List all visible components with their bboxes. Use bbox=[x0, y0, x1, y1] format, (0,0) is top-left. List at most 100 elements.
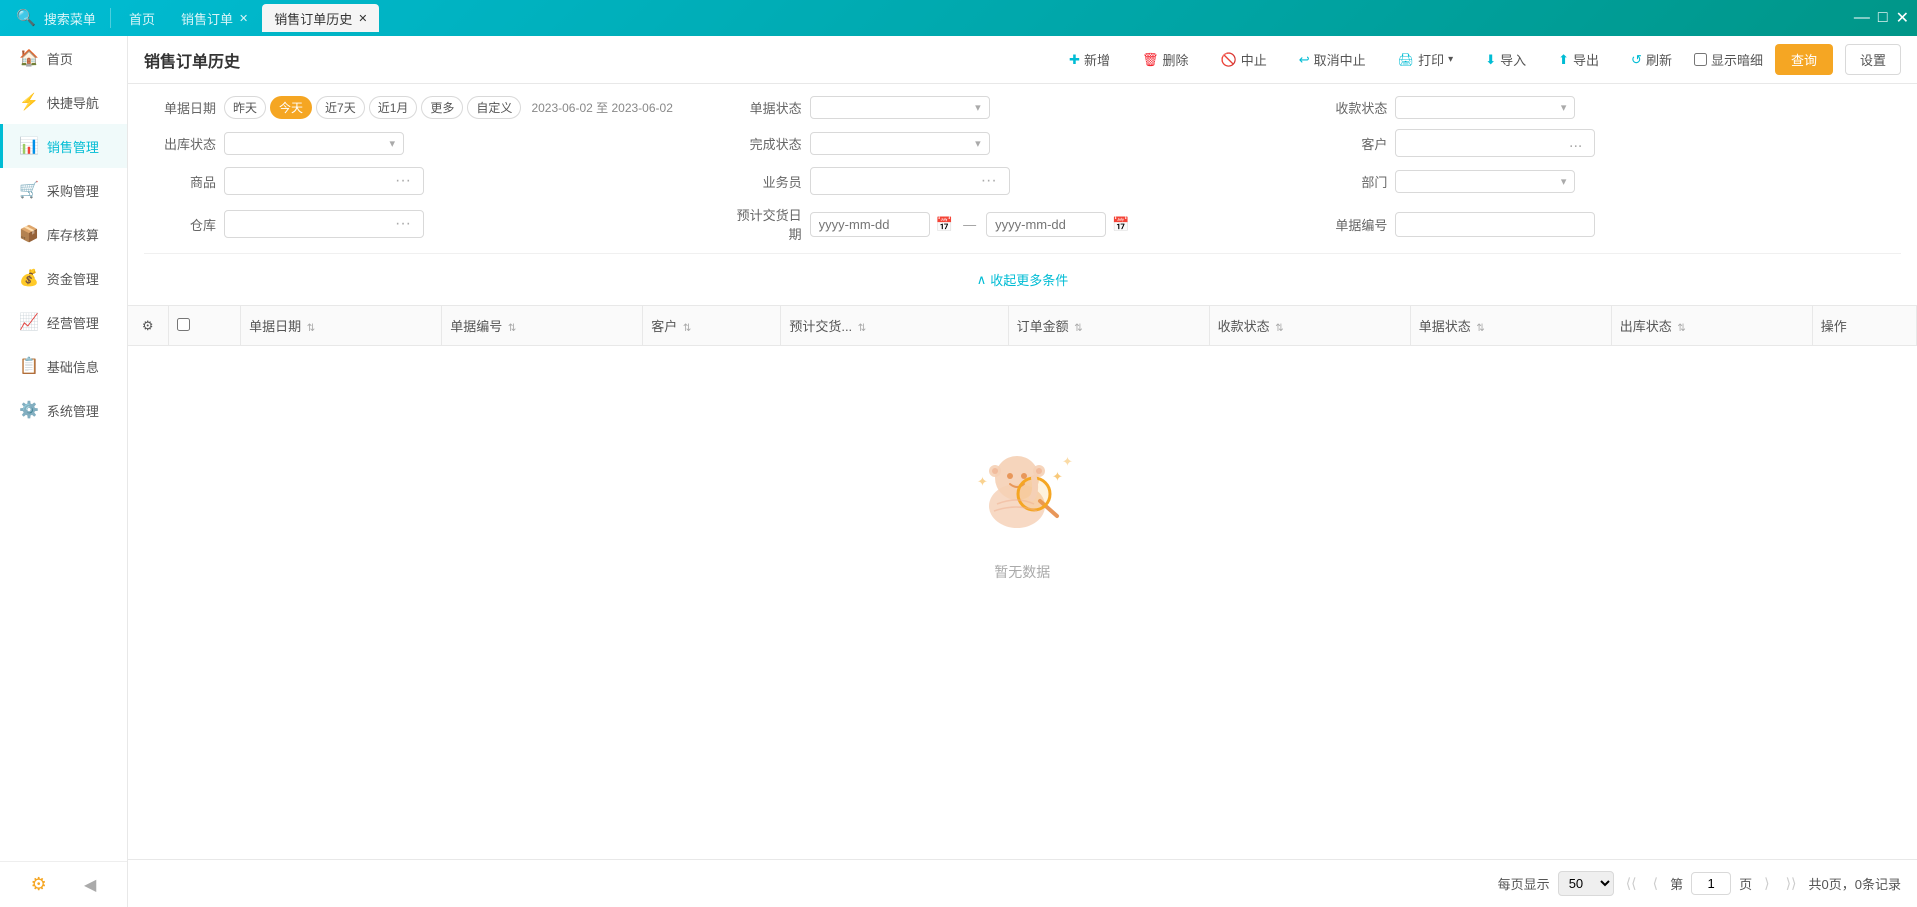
goods-ellipsis[interactable]: ··· bbox=[391, 172, 415, 190]
query-button[interactable]: 查询 bbox=[1775, 44, 1833, 75]
sidebar-collapse-icon[interactable]: ◀ bbox=[84, 875, 96, 895]
tab-sales-order[interactable]: 销售订单 ✕ bbox=[169, 4, 260, 32]
pagination-bar: 每页显示 10 20 50 100 ⟨⟨ ⟨ 第 页 ⟩ ⟩⟩ 共0页，0条记录 bbox=[128, 859, 1917, 907]
expected-date-end[interactable] bbox=[986, 212, 1106, 237]
sidebar-item-quick-nav[interactable]: ⚡ 快捷导航 bbox=[0, 80, 127, 124]
sidebar-settings-icon[interactable]: ⚙ bbox=[31, 874, 47, 895]
refresh-icon: ↺ bbox=[1631, 52, 1642, 68]
search-area: 🔍 搜索菜单 bbox=[8, 8, 104, 28]
th-order-amount[interactable]: 订单金额 ⇅ bbox=[1008, 306, 1209, 346]
date-btn-1month[interactable]: 近1月 bbox=[369, 96, 418, 119]
bill-no-label: 单据编号 bbox=[1315, 215, 1395, 234]
customer-ellipsis[interactable]: ... bbox=[1565, 134, 1586, 152]
sidebar-item-operation[interactable]: 📈 经营管理 bbox=[0, 300, 127, 344]
th-out-status[interactable]: 出库状态 ⇅ bbox=[1611, 306, 1812, 346]
import-icon: ⬇ bbox=[1485, 52, 1496, 68]
current-page-input[interactable] bbox=[1691, 872, 1731, 895]
tab-home[interactable]: 首页 bbox=[117, 4, 167, 32]
refresh-button[interactable]: ↺ 刷新 bbox=[1621, 46, 1682, 73]
calendar-end-icon[interactable]: 📅 bbox=[1112, 216, 1129, 233]
th-receipt-status[interactable]: 收款状态 ⇅ bbox=[1209, 306, 1410, 346]
warehouse-ellipsis[interactable]: ··· bbox=[391, 215, 415, 233]
tab-sales-order-history[interactable]: 销售订单历史 ✕ bbox=[262, 4, 379, 32]
empty-state-row: ✦ ✦ ✦ 暂无数据 bbox=[128, 346, 1917, 663]
cancel-stop-button[interactable]: ↩ 取消中止 bbox=[1289, 46, 1376, 73]
tab-sales-order-close[interactable]: ✕ bbox=[239, 12, 248, 25]
bill-no-input[interactable] bbox=[1395, 212, 1595, 237]
import-button[interactable]: ⬇ 导入 bbox=[1475, 46, 1536, 73]
receipt-status-control: ▾ bbox=[1395, 96, 1901, 119]
minimize-icon[interactable]: — bbox=[1854, 9, 1870, 27]
tab-sales-order-label: 销售订单 bbox=[181, 9, 233, 28]
sidebar-item-sales[interactable]: 📊 销售管理 bbox=[0, 124, 127, 168]
sidebar-item-system[interactable]: ⚙️ 系统管理 bbox=[0, 388, 127, 432]
th-bill-date-label: 单据日期 bbox=[249, 319, 301, 334]
th-expected-delivery[interactable]: 预计交货... ⇅ bbox=[781, 306, 1008, 346]
empty-state: ✦ ✦ ✦ 暂无数据 bbox=[128, 346, 1917, 662]
svg-text:✦: ✦ bbox=[1052, 469, 1063, 484]
bill-status-arrow: ▾ bbox=[975, 101, 981, 114]
sidebar-item-capital-label: 资金管理 bbox=[47, 269, 99, 288]
date-btn-yesterday[interactable]: 昨天 bbox=[224, 96, 266, 119]
date-btn-more[interactable]: 更多 bbox=[421, 96, 463, 119]
th-bill-date[interactable]: 单据日期 ⇅ bbox=[241, 306, 442, 346]
date-btn-7days[interactable]: 近7天 bbox=[316, 96, 365, 119]
export-button[interactable]: ⬆ 导出 bbox=[1548, 46, 1609, 73]
th-receipt-status-label: 收款状态 bbox=[1218, 319, 1270, 334]
th-bill-status[interactable]: 单据状态 ⇅ bbox=[1410, 306, 1611, 346]
search-icon[interactable]: 🔍 bbox=[16, 8, 36, 28]
page-suffix: 页 bbox=[1739, 874, 1752, 893]
empty-text: 暂无数据 bbox=[994, 562, 1050, 582]
first-page-btn[interactable]: ⟨⟨ bbox=[1622, 873, 1641, 894]
sidebar-item-operation-label: 经营管理 bbox=[47, 313, 99, 332]
print-button[interactable]: 🖨 打印 ▾ bbox=[1388, 46, 1464, 73]
tab-sales-order-history-close[interactable]: ✕ bbox=[358, 12, 367, 25]
date-btn-today[interactable]: 今天 bbox=[270, 96, 312, 119]
select-all-checkbox[interactable] bbox=[177, 318, 190, 331]
next-page-btn[interactable]: ⟩ bbox=[1760, 873, 1773, 894]
svg-text:✦: ✦ bbox=[1062, 454, 1073, 469]
out-status-select[interactable]: ▾ bbox=[224, 132, 404, 155]
display-cols-toggle[interactable]: 显示暗细 bbox=[1694, 50, 1763, 69]
search-menu-label[interactable]: 搜索菜单 bbox=[44, 9, 96, 28]
bill-status-select[interactable]: ▾ bbox=[810, 96, 990, 119]
sidebar-item-base-info[interactable]: 📋 基础信息 bbox=[0, 344, 127, 388]
collapse-more-btn[interactable]: ∧ 收起更多条件 bbox=[144, 266, 1901, 293]
warehouse-control: ··· bbox=[224, 210, 730, 238]
th-bill-no[interactable]: 单据编号 ⇅ bbox=[442, 306, 643, 346]
receipt-status-select[interactable]: ▾ bbox=[1395, 96, 1575, 119]
sidebar-item-capital[interactable]: 💰 资金管理 bbox=[0, 256, 127, 300]
sort-receipt-status-icon: ⇅ bbox=[1275, 323, 1283, 334]
filter-row-2: 出库状态 ▾ 完成状态 ▾ 客户 bbox=[144, 129, 1901, 157]
sidebar-item-inventory[interactable]: 📦 库存核算 bbox=[0, 212, 127, 256]
th-customer[interactable]: 客户 ⇅ bbox=[643, 306, 781, 346]
date-btn-custom[interactable]: 自定义 bbox=[467, 96, 521, 119]
sort-customer-icon: ⇅ bbox=[683, 323, 691, 334]
svg-text:✦: ✦ bbox=[977, 474, 988, 489]
delete-button[interactable]: 🗑 删除 bbox=[1132, 46, 1199, 73]
delete-label: 删除 bbox=[1162, 50, 1188, 69]
receipt-status-arrow: ▾ bbox=[1561, 101, 1567, 114]
prev-page-btn[interactable]: ⟨ bbox=[1649, 873, 1662, 894]
date-separator: — bbox=[963, 217, 976, 232]
close-window-icon[interactable]: ✕ bbox=[1896, 8, 1909, 28]
expected-date-start[interactable] bbox=[810, 212, 930, 237]
settings-button[interactable]: 设置 bbox=[1845, 44, 1901, 75]
per-page-select[interactable]: 10 20 50 100 bbox=[1558, 871, 1614, 896]
complete-status-select[interactable]: ▾ bbox=[810, 132, 990, 155]
add-button[interactable]: ✚ 新增 bbox=[1059, 46, 1120, 73]
cancel-stop-icon: ↩ bbox=[1299, 52, 1310, 68]
maximize-icon[interactable]: □ bbox=[1878, 9, 1888, 27]
stop-button[interactable]: 🚫 中止 bbox=[1211, 46, 1277, 73]
sort-expected-delivery-icon: ⇅ bbox=[858, 323, 866, 334]
sidebar-item-purchase[interactable]: 🛒 采购管理 bbox=[0, 168, 127, 212]
calendar-start-icon[interactable]: 📅 bbox=[936, 216, 953, 233]
page-title: 销售订单历史 bbox=[144, 48, 240, 72]
last-page-btn[interactable]: ⟩⟩ bbox=[1782, 873, 1801, 894]
sort-bill-status-icon: ⇅ bbox=[1476, 323, 1484, 334]
sidebar-item-home[interactable]: 🏠 首页 bbox=[0, 36, 127, 80]
display-cols-checkbox[interactable] bbox=[1694, 53, 1707, 66]
salesperson-ellipsis[interactable]: ··· bbox=[977, 172, 1001, 190]
dept-select[interactable]: ▾ bbox=[1395, 170, 1575, 193]
th-settings[interactable]: ⚙ bbox=[128, 306, 168, 346]
